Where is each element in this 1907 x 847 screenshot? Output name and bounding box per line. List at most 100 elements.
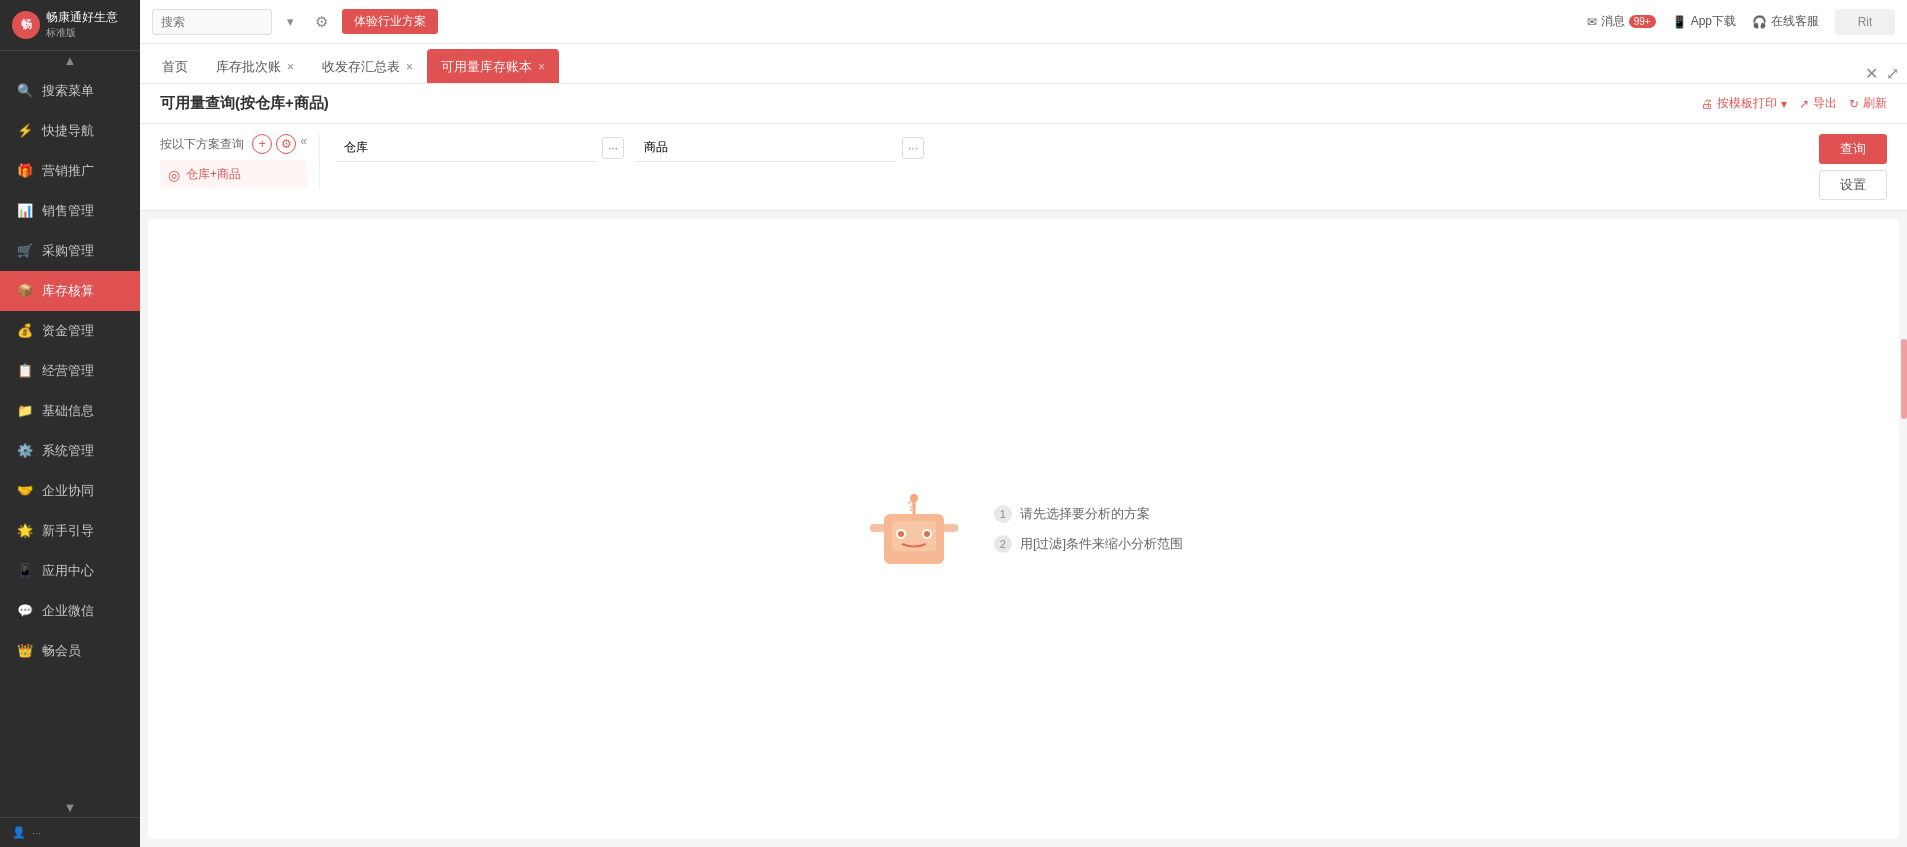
- sidebar-scroll-down[interactable]: ▼: [0, 797, 140, 817]
- topbar-right: ✉ 消息 99+ 📱 App下载 🎧 在线客服 Rit: [1587, 9, 1895, 35]
- sidebar-item-icon-purchase: 🛒: [16, 242, 34, 260]
- empty-robot-image: ?: [864, 479, 964, 579]
- column-settings-button[interactable]: 设置: [1819, 170, 1887, 200]
- print-template-label: 按模板打印: [1717, 95, 1777, 112]
- refresh-button[interactable]: ↻ 刷新: [1849, 95, 1887, 112]
- tab-receive-summary-close[interactable]: ×: [406, 60, 413, 74]
- main-area: ▾ ⚙ 体验行业方案 ✉ 消息 99+ 📱 App下载 🎧 在线客服 Rit: [140, 0, 1907, 847]
- warehouse-more-button[interactable]: ···: [602, 137, 624, 159]
- scheme-item-warehouse-goods[interactable]: ◎ 仓库+商品: [160, 160, 307, 189]
- sidebar-item-icon-basic: 📁: [16, 402, 34, 420]
- scheme-settings-button[interactable]: ⚙: [276, 134, 296, 154]
- empty-hints: 1 请先选择要分析的方案 2 用[过滤]条件来缩小分析范围: [994, 505, 1183, 553]
- messages-badge: 99+: [1629, 15, 1656, 28]
- content: 可用量查询(按仓库+商品) 🖨 按模板打印 ▾ ↗ 导出 ↻ 刷新: [140, 84, 1907, 847]
- topbar: ▾ ⚙ 体验行业方案 ✉ 消息 99+ 📱 App下载 🎧 在线客服 Rit: [140, 0, 1907, 44]
- sidebar-item-label-shortcuts: 快捷导航: [42, 122, 94, 140]
- sidebar-item-icon-enterprise: 🤝: [16, 482, 34, 500]
- scheme-label: 按以下方案查询: [160, 136, 244, 153]
- sidebar-logo: 畅 畅康通好生意 标准版: [0, 0, 140, 51]
- refresh-icon: ↻: [1849, 97, 1859, 111]
- print-dropdown-icon[interactable]: ▾: [1781, 97, 1787, 111]
- empty-illustration: ? 1 请先选择要分析的方案 2 用[过滤]条件来缩小分析范围: [864, 479, 1183, 579]
- scheme-actions: + ⚙ «: [252, 134, 307, 154]
- sidebar-item-label-search: 搜索菜单: [42, 82, 94, 100]
- goods-more-button[interactable]: ···: [902, 137, 924, 159]
- hint-text-2: 用[过滤]条件来缩小分析范围: [1020, 535, 1183, 553]
- sidebar-scroll-up[interactable]: ▲: [0, 51, 140, 71]
- customer-service-label: 在线客服: [1771, 13, 1819, 30]
- tabs-bar: 首页 库存批次账 × 收发存汇总表 × 可用量库存账本 × ✕ ⤢: [140, 44, 1907, 84]
- avatar-text: Rit: [1858, 15, 1873, 29]
- sidebar-item-newbie[interactable]: 🌟新手引导: [0, 511, 140, 551]
- logo-name: 畅康通好生意: [46, 10, 118, 26]
- tab-home[interactable]: 首页: [148, 49, 202, 83]
- sidebar-item-icon-inventory: 📦: [16, 282, 34, 300]
- sidebar-item-icon-sales: 📊: [16, 202, 34, 220]
- search-input[interactable]: [152, 9, 272, 35]
- sidebar-nav: 🔍搜索菜单⚡快捷导航🎁营销推广📊销售管理🛒采购管理 📦 库存核算 💰 资金管理 📋 经营管理…: [0, 71, 140, 797]
- sidebar-item-inventory[interactable]: 📦 库存核算: [0, 271, 140, 311]
- sidebar-item-label-operations: 经营管理: [42, 362, 94, 380]
- hint-text-1: 请先选择要分析的方案: [1020, 505, 1150, 523]
- sidebar-item-basic[interactable]: 📁基础信息: [0, 391, 140, 431]
- sidebar-footer[interactable]: 👤 ···: [0, 817, 140, 847]
- sidebar-item-member[interactable]: 👑畅会员: [0, 631, 140, 671]
- svg-point-4: [898, 531, 904, 537]
- sidebar-item-icon-marketing: 🎁: [16, 162, 34, 180]
- trial-button[interactable]: 体验行业方案: [342, 9, 438, 34]
- sidebar-item-label-enterprise: 企业协同: [42, 482, 94, 500]
- scheme-collapse-button[interactable]: «: [300, 134, 307, 154]
- query-button[interactable]: 查询: [1819, 134, 1887, 164]
- tab-available-stock-close[interactable]: ×: [538, 60, 545, 74]
- print-template-button[interactable]: 🖨 按模板打印 ▾: [1701, 95, 1787, 112]
- sidebar-item-appcenter[interactable]: 📱应用中心: [0, 551, 140, 591]
- svg-point-5: [924, 531, 930, 537]
- sidebar-item-enterprise[interactable]: 🤝 企业协同: [0, 471, 140, 511]
- sidebar-item-icon-appcenter: 📱: [16, 562, 34, 580]
- sidebar-item-label-finance: 资金管理: [42, 322, 94, 340]
- message-icon: ✉: [1587, 15, 1597, 29]
- sidebar-item-marketing[interactable]: 🎁营销推广: [0, 151, 140, 191]
- app-icon: 📱: [1672, 15, 1687, 29]
- app-download-button[interactable]: 📱 App下载: [1672, 13, 1736, 30]
- sidebar-item-sales[interactable]: 📊销售管理: [0, 191, 140, 231]
- sidebar-item-shortcuts[interactable]: ⚡快捷导航: [0, 111, 140, 151]
- footer-avatar-icon: 👤: [12, 826, 26, 839]
- filter-goods-field: 商品 ···: [636, 134, 924, 162]
- tab-home-label: 首页: [162, 58, 188, 76]
- user-avatar[interactable]: Rit: [1835, 9, 1895, 35]
- scheme-add-button[interactable]: +: [252, 134, 272, 154]
- dropdown-icon[interactable]: ▾: [280, 12, 300, 32]
- messages-button[interactable]: ✉ 消息 99+: [1587, 13, 1656, 30]
- hint-num-1: 1: [994, 505, 1012, 523]
- right-scrollbar[interactable]: [1901, 339, 1907, 419]
- filter-scheme-header: 按以下方案查询 + ⚙ «: [160, 134, 307, 154]
- scheme-item-icon: ◎: [168, 167, 180, 183]
- goods-input[interactable]: 商品: [636, 134, 896, 162]
- sidebar-item-label-inventory: 库存核算: [42, 282, 94, 300]
- sidebar-item-operations[interactable]: 📋 经营管理: [0, 351, 140, 391]
- sidebar-item-search[interactable]: 🔍搜索菜单: [0, 71, 140, 111]
- sidebar-item-system[interactable]: ⚙️系统管理: [0, 431, 140, 471]
- warehouse-input[interactable]: 仓库: [336, 134, 596, 162]
- tab-batch-account[interactable]: 库存批次账 ×: [202, 49, 308, 83]
- tab-receive-summary[interactable]: 收发存汇总表 ×: [308, 49, 427, 83]
- settings-icon[interactable]: ⚙: [308, 9, 334, 35]
- print-icon: 🖨: [1701, 97, 1713, 111]
- tab-batch-account-close[interactable]: ×: [287, 60, 294, 74]
- sidebar-item-icon-finance: 💰: [16, 322, 34, 340]
- logo-sub: 标准版: [46, 26, 118, 40]
- sidebar-item-finance[interactable]: 💰 资金管理: [0, 311, 140, 351]
- tab-available-stock[interactable]: 可用量库存账本 ×: [427, 49, 559, 83]
- sidebar-item-wechat[interactable]: 💬企业微信: [0, 591, 140, 631]
- empty-hint-1: 1 请先选择要分析的方案: [994, 505, 1183, 523]
- export-button[interactable]: ↗ 导出: [1799, 95, 1837, 112]
- sidebar-item-icon-operations: 📋: [16, 362, 34, 380]
- content-body: ? 1 请先选择要分析的方案 2 用[过滤]条件来缩小分析范围: [148, 219, 1899, 839]
- customer-service-button[interactable]: 🎧 在线客服: [1752, 13, 1819, 30]
- empty-hint-2: 2 用[过滤]条件来缩小分析范围: [994, 535, 1183, 553]
- expand-icon[interactable]: ⤢: [1886, 64, 1899, 83]
- close-all-icon[interactable]: ✕: [1865, 64, 1878, 83]
- sidebar-item-purchase[interactable]: 🛒采购管理: [0, 231, 140, 271]
